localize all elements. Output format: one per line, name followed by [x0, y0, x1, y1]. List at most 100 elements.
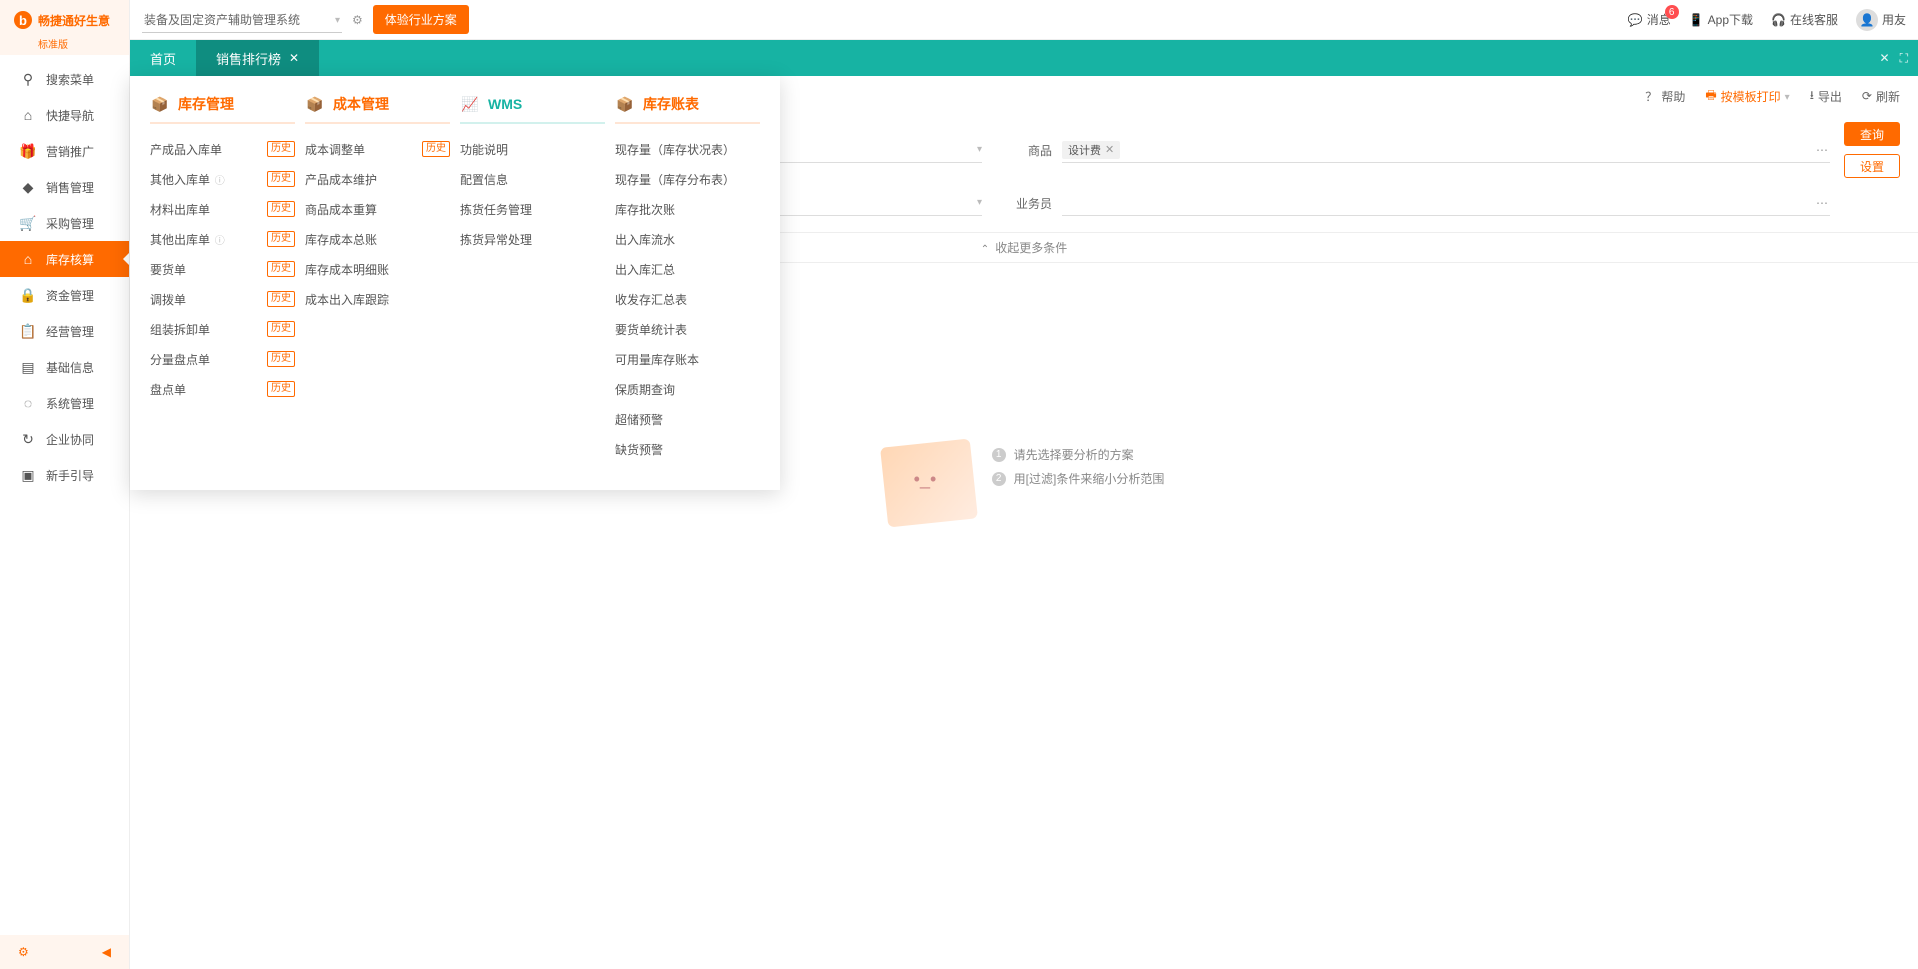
- refresh-button[interactable]: ⟳ 刷新: [1862, 88, 1900, 105]
- sidebar-item-4[interactable]: 🛒采购管理: [0, 205, 129, 241]
- mega-item-1-5[interactable]: 成本出入库跟踪: [305, 284, 450, 314]
- sidebar-item-label: 快捷导航: [46, 107, 94, 124]
- history-badge[interactable]: 历史: [267, 141, 295, 157]
- mega-item-2-1[interactable]: 配置信息: [460, 164, 605, 194]
- history-badge[interactable]: 历史: [422, 141, 450, 157]
- gear-icon[interactable]: ⚙: [352, 13, 363, 27]
- history-badge[interactable]: 历史: [267, 381, 295, 397]
- mega-item-3-7[interactable]: 可用量库存账本: [615, 344, 760, 374]
- mega-item-label: 库存成本总账: [305, 231, 377, 248]
- salesperson-field[interactable]: ⋯: [1062, 190, 1830, 216]
- brand-block[interactable]: b 畅捷通好生意: [0, 0, 129, 40]
- mega-item-3-1[interactable]: 现存量（库存分布表）: [615, 164, 760, 194]
- mega-item-2-3[interactable]: 拣货异常处理: [460, 224, 605, 254]
- product-field[interactable]: 设计费 ✕ ⋯: [1062, 137, 1830, 163]
- mega-item-label: 商品成本重算: [305, 201, 377, 218]
- mega-item-3-8[interactable]: 保质期查询: [615, 374, 760, 404]
- sidebar-item-9[interactable]: ◌系统管理: [0, 385, 129, 421]
- print-template-button[interactable]: 🖶 按模板打印: [1705, 86, 1789, 107]
- export-button[interactable]: ⭳ 导出: [1810, 86, 1842, 107]
- history-badge[interactable]: 历史: [267, 291, 295, 307]
- mega-item-0-7[interactable]: 分量盘点单历史: [150, 344, 295, 374]
- mega-item-1-4[interactable]: 库存成本明细账: [305, 254, 450, 284]
- query-button[interactable]: 查询: [1844, 122, 1900, 146]
- mega-header-icon: 📦: [615, 94, 635, 114]
- mega-item-3-2[interactable]: 库存批次账: [615, 194, 760, 224]
- mega-item-3-5[interactable]: 收发存汇总表: [615, 284, 760, 314]
- mega-item-3-4[interactable]: 出入库汇总: [615, 254, 760, 284]
- mega-item-label: 要货单统计表: [615, 321, 687, 338]
- mega-item-label: 材料出库单: [150, 201, 210, 218]
- mega-item-1-3[interactable]: 库存成本总账: [305, 224, 450, 254]
- history-badge[interactable]: 历史: [267, 231, 295, 247]
- history-badge[interactable]: 历史: [267, 351, 295, 367]
- sidebar-item-icon: ⌂: [20, 251, 36, 267]
- mega-item-2-2[interactable]: 拣货任务管理: [460, 194, 605, 224]
- topbar: 装备及固定资产辅助管理系统 ⚙ 体验行业方案 💬 消息 6 📱 App下载 🎧 …: [130, 0, 1918, 40]
- sidebar-item-3[interactable]: ◆销售管理: [0, 169, 129, 205]
- mega-header-icon: 📈: [460, 94, 480, 114]
- mega-item-1-0[interactable]: 成本调整单历史: [305, 134, 450, 164]
- close-tab-icon[interactable]: ✕: [289, 51, 299, 65]
- sidebar-item-label: 营销推广: [46, 143, 94, 160]
- mega-item-0-1[interactable]: 其他入库单 ⓘ历史: [150, 164, 295, 194]
- sidebar-item-11[interactable]: ▣新手引导: [0, 457, 129, 493]
- help-button[interactable]: ？ 帮助: [1645, 88, 1685, 105]
- settings-icon[interactable]: ⚙: [18, 945, 29, 959]
- chevron-down-icon: ▾: [977, 144, 982, 155]
- sidebar-item-10[interactable]: ↻企业协同: [0, 421, 129, 457]
- mega-item-1-2[interactable]: 商品成本重算: [305, 194, 450, 224]
- sidebar-item-6[interactable]: 🔒资金管理: [0, 277, 129, 313]
- mega-item-0-3[interactable]: 其他出库单 ⓘ历史: [150, 224, 295, 254]
- mega-item-0-5[interactable]: 调拨单历史: [150, 284, 295, 314]
- sidebar-item-1[interactable]: ⌂快捷导航: [0, 97, 129, 133]
- mega-item-3-6[interactable]: 要货单统计表: [615, 314, 760, 344]
- more-icon[interactable]: ⋯: [1816, 143, 1830, 157]
- mega-item-3-10[interactable]: 缺货预警: [615, 434, 760, 464]
- close-all-tabs-icon[interactable]: ✕: [1880, 51, 1890, 65]
- settings-button[interactable]: 设置: [1844, 154, 1900, 178]
- sidebar-item-8[interactable]: ▤基础信息: [0, 349, 129, 385]
- mega-item-label: 产成品入库单: [150, 141, 222, 158]
- brand-logo-icon: b: [14, 11, 32, 29]
- app-download-button[interactable]: 📱 App下载: [1689, 11, 1753, 28]
- history-badge[interactable]: 历史: [267, 201, 295, 217]
- chevron-down-icon: [1785, 89, 1790, 103]
- user-menu[interactable]: 👤 用友: [1856, 9, 1906, 31]
- mega-item-1-1[interactable]: 产品成本维护: [305, 164, 450, 194]
- system-select[interactable]: 装备及固定资产辅助管理系统: [142, 7, 342, 33]
- sidebar-item-5[interactable]: ⌂库存核算: [0, 241, 129, 277]
- mega-item-0-6[interactable]: 组装拆卸单历史: [150, 314, 295, 344]
- history-badge[interactable]: 历史: [267, 321, 295, 337]
- mega-item-3-3[interactable]: 出入库流水: [615, 224, 760, 254]
- tab-home[interactable]: 首页: [130, 40, 196, 76]
- mega-item-0-4[interactable]: 要货单历史: [150, 254, 295, 284]
- step-1-badge: 1: [992, 448, 1006, 462]
- message-button[interactable]: 💬 消息 6: [1628, 11, 1671, 28]
- experience-button[interactable]: 体验行业方案: [373, 5, 469, 34]
- sidebar-item-label: 系统管理: [46, 395, 94, 412]
- mega-item-2-0[interactable]: 功能说明: [460, 134, 605, 164]
- mega-item-3-9[interactable]: 超储预警: [615, 404, 760, 434]
- product-label: 商品: [996, 142, 1052, 159]
- collapse-sidebar-icon[interactable]: ◀: [102, 945, 111, 959]
- sidebar-item-icon: 🎁: [20, 143, 36, 159]
- mega-item-0-0[interactable]: 产成品入库单 历史: [150, 134, 295, 164]
- remove-tag-icon[interactable]: ✕: [1105, 143, 1114, 156]
- brand-edition: 标准版: [0, 36, 129, 55]
- tab-sales-ranking[interactable]: 销售排行榜 ✕: [196, 40, 319, 76]
- more-icon[interactable]: ⋯: [1816, 196, 1830, 210]
- product-tag[interactable]: 设计费 ✕: [1062, 141, 1120, 159]
- mega-item-0-8[interactable]: 盘点单 历史: [150, 374, 295, 404]
- mega-column-3: 📦库存账表现存量（库存状况表）现存量（库存分布表）库存批次账出入库流水出入库汇总…: [615, 94, 760, 464]
- sidebar-item-2[interactable]: 🎁 营销推广: [0, 133, 129, 169]
- mega-item-3-0[interactable]: 现存量（库存状况表）: [615, 134, 760, 164]
- mega-item-0-2[interactable]: 材料出库单 历史: [150, 194, 295, 224]
- sidebar-item-7[interactable]: 📋经营管理: [0, 313, 129, 349]
- history-badge[interactable]: 历史: [267, 261, 295, 277]
- mega-item-label: 盘点单: [150, 381, 186, 398]
- sidebar-item-0[interactable]: ⚲搜索菜单: [0, 61, 129, 97]
- history-badge[interactable]: 历史: [267, 171, 295, 187]
- fullscreen-icon[interactable]: ⛶: [1900, 51, 1908, 66]
- online-service-button[interactable]: 🎧 在线客服: [1771, 11, 1838, 28]
